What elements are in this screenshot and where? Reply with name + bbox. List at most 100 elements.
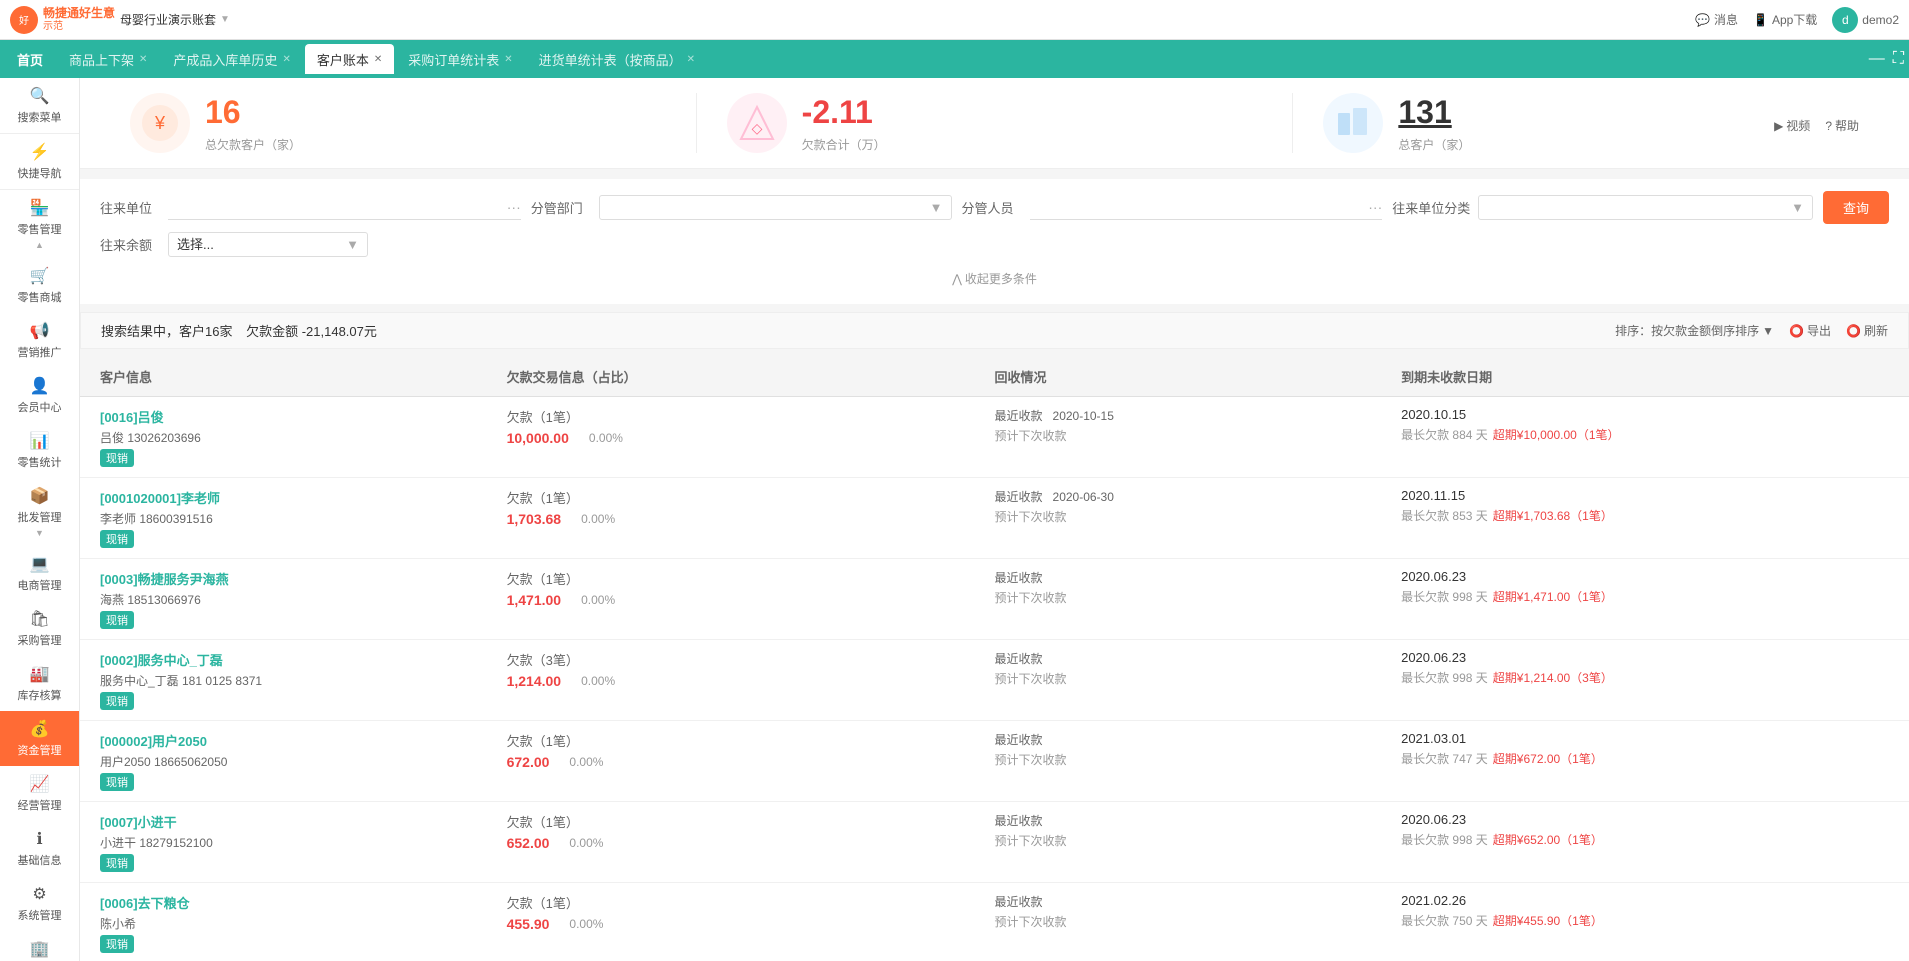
- sidebar-item-wholesale[interactable]: 📦 批发管理 ▼: [0, 478, 79, 546]
- header-due-date: 到期未收款日期: [1401, 367, 1889, 386]
- unit-type-select-wrapper: ▼: [1478, 195, 1813, 220]
- dept-select[interactable]: [608, 200, 943, 215]
- debt-ratio-1: 0.00%: [581, 512, 615, 526]
- customer-name-0[interactable]: [0016]吕俊: [100, 407, 507, 426]
- customer-contact-5: 小进干 18279152100: [100, 834, 507, 851]
- maximize-btn[interactable]: ⛶: [1893, 50, 1904, 68]
- overdue-link-1[interactable]: 超期¥1,703.68（1笔）: [1493, 507, 1613, 524]
- sidebar-item-member[interactable]: 👤 会员中心: [0, 368, 79, 423]
- help-label: 帮助: [1835, 117, 1859, 134]
- manager-dots[interactable]: ···: [1368, 199, 1382, 215]
- sidebar-item-finance[interactable]: 💰 资金管理: [0, 711, 79, 766]
- tab-product-shelf[interactable]: 商品上下架 ✕: [57, 44, 159, 74]
- tab-purchase-stats[interactable]: 进货单统计表（按商品） ✕: [527, 44, 707, 74]
- debt-ratio-0: 0.00%: [589, 431, 623, 445]
- video-icon: ▶: [1774, 119, 1783, 133]
- tab-close-purchase-stats[interactable]: ✕: [687, 54, 695, 65]
- recovery-last-0: 最近收款 2020-10-15: [995, 407, 1402, 424]
- debt-info-3: 欠款（3笔） 1,214.00 0.00%: [507, 650, 995, 689]
- collapse-button[interactable]: ⋀ 收起更多条件: [952, 270, 1037, 287]
- manager-input[interactable]: [1030, 200, 1369, 215]
- recovery-next-5: 预计下次收款: [995, 832, 1402, 849]
- refresh-button[interactable]: ⭕ 刷新: [1846, 322, 1888, 339]
- customer-name-1[interactable]: [0001020001]李老师: [100, 488, 507, 507]
- recovery-info-0: 最近收款 2020-10-15 预计下次收款: [995, 407, 1402, 444]
- export-button[interactable]: ⭕ 导出: [1789, 322, 1831, 339]
- sidebar-item-marketing[interactable]: 📢 营销推广: [0, 313, 79, 368]
- help-btn[interactable]: ? 帮助: [1825, 117, 1859, 134]
- recovery-next-0: 预计下次收款: [995, 427, 1402, 444]
- customer-name-4[interactable]: [000002]用户2050: [100, 731, 507, 750]
- tab-close-customer-account[interactable]: ✕: [374, 54, 382, 65]
- sidebar-item-basic[interactable]: ℹ 基础信息: [0, 821, 79, 876]
- source-unit-input[interactable]: [168, 200, 507, 215]
- recovery-info-1: 最近收款 2020-06-30 预计下次收款: [995, 488, 1402, 525]
- debt-count-5: 欠款（1笔）: [507, 812, 995, 831]
- customer-name-2[interactable]: [0003]畅捷服务尹海燕: [100, 569, 507, 588]
- minimize-btn[interactable]: —: [1869, 50, 1885, 68]
- retail-stats-label: 零售统计: [18, 454, 62, 470]
- debt-count-1: 欠款（1笔）: [507, 488, 995, 507]
- tab-customer-account[interactable]: 客户账本 ✕: [305, 44, 394, 74]
- export-icon: ⭕: [1789, 324, 1804, 338]
- stat-icon-total: [1323, 93, 1383, 153]
- customer-contact-4: 用户2050 18665062050: [100, 753, 507, 770]
- unit-type-select[interactable]: [1487, 200, 1804, 215]
- refresh-icon: ⭕: [1846, 324, 1861, 338]
- system-label: 系统管理: [18, 907, 62, 923]
- results-summary: 搜索结果中，客户16家 欠款金额 -21,148.07元: [101, 321, 377, 340]
- tab-close-product-shelf[interactable]: ✕: [139, 54, 147, 65]
- sidebar-item-ecommerce[interactable]: 💻 电商管理: [0, 546, 79, 601]
- filter-dept: 分管部门 ▼: [531, 195, 952, 220]
- purchase-label: 采购管理: [18, 632, 62, 648]
- overdue-link-2[interactable]: 超期¥1,471.00（1笔）: [1493, 588, 1613, 605]
- sidebar-item-retail-stats[interactable]: 📊 零售统计: [0, 423, 79, 478]
- debt-row-3: 1,214.00 0.00%: [507, 673, 995, 689]
- video-btn[interactable]: ▶ 视频: [1774, 117, 1810, 134]
- industry-selector[interactable]: 母婴行业演示账套 ▼: [120, 11, 230, 28]
- app-download-btn[interactable]: 📱 App下载: [1753, 11, 1817, 28]
- message-btn[interactable]: 💬 消息: [1695, 11, 1738, 28]
- customer-name-5[interactable]: [0007]小进干: [100, 812, 507, 831]
- table-header: 客户信息 欠款交易信息（占比） 回收情况 到期未收款日期: [80, 357, 1909, 397]
- tab-purchase-order[interactable]: 采购订单统计表 ✕: [396, 44, 524, 74]
- sort-button[interactable]: 排序：按欠款金额倒序排序 ▼: [1615, 322, 1774, 339]
- stat-view-btns: ▶ 视频 ? 帮助: [1774, 112, 1859, 134]
- sidebar-item-retail-mall[interactable]: 🛒 零售商城: [0, 258, 79, 313]
- tab-production-history[interactable]: 产成品入库单历史 ✕: [161, 44, 302, 74]
- sidebar-item-system[interactable]: ⚙ 系统管理: [0, 876, 79, 931]
- sidebar-item-quicknav[interactable]: ⚡ 快捷导航: [0, 134, 79, 189]
- overdue-link-4[interactable]: 超期¥672.00（1笔）: [1493, 750, 1603, 767]
- sidebar-item-retail[interactable]: 🏪 零售管理 ▲: [0, 190, 79, 258]
- tab-close-purchase-order[interactable]: ✕: [504, 54, 512, 65]
- collapse-label: 收起更多条件: [965, 270, 1037, 287]
- ecommerce-label: 电商管理: [18, 577, 62, 593]
- recovery-last-2: 最近收款: [995, 569, 1402, 586]
- customer-contact-0: 吕俊 13026203696: [100, 429, 507, 446]
- overdue-link-3[interactable]: 超期¥1,214.00（3笔）: [1493, 669, 1613, 686]
- sidebar-item-operations[interactable]: 📈 经营管理: [0, 766, 79, 821]
- overdue-link-6[interactable]: 超期¥455.90（1笔）: [1493, 912, 1603, 929]
- stat-icon-amount: ◇: [727, 93, 787, 153]
- date-info-4: 2021.03.01 最长欠款 747 天 超期¥672.00（1笔）: [1401, 731, 1889, 767]
- recovery-next-3: 预计下次收款: [995, 670, 1402, 687]
- sidebar-item-enterprise[interactable]: 🏢 企业协同: [0, 931, 79, 961]
- sidebar-item-purchase[interactable]: 🛍 采购管理: [0, 601, 79, 656]
- balance-select[interactable]: 选择...: [177, 237, 359, 252]
- overdue-link-0[interactable]: 超期¥10,000.00（1笔）: [1493, 426, 1620, 443]
- user-avatar[interactable]: d demo2: [1832, 7, 1899, 33]
- wholesale-label: 批发管理: [18, 509, 62, 525]
- refresh-label: 刷新: [1864, 322, 1888, 339]
- search-button[interactable]: 查询: [1823, 191, 1889, 224]
- overdue-link-5[interactable]: 超期¥652.00（1笔）: [1493, 831, 1603, 848]
- tab-home[interactable]: 首页: [5, 44, 55, 74]
- date-due-2: 2020.06.23: [1401, 569, 1889, 584]
- source-unit-dots[interactable]: ···: [507, 199, 521, 215]
- stats-row: ¥ 16 总欠款客户（家） ◇: [80, 78, 1909, 169]
- tab-close-production-history[interactable]: ✕: [282, 54, 290, 65]
- sidebar-item-inventory[interactable]: 🏭 库存核算: [0, 656, 79, 711]
- customer-name-6[interactable]: [0006]去下粮仓: [100, 893, 507, 912]
- finance-icon: 💰: [30, 719, 50, 739]
- sidebar-search[interactable]: 🔍 搜索菜单: [0, 78, 79, 133]
- customer-name-3[interactable]: [0002]服务中心_丁磊: [100, 650, 507, 669]
